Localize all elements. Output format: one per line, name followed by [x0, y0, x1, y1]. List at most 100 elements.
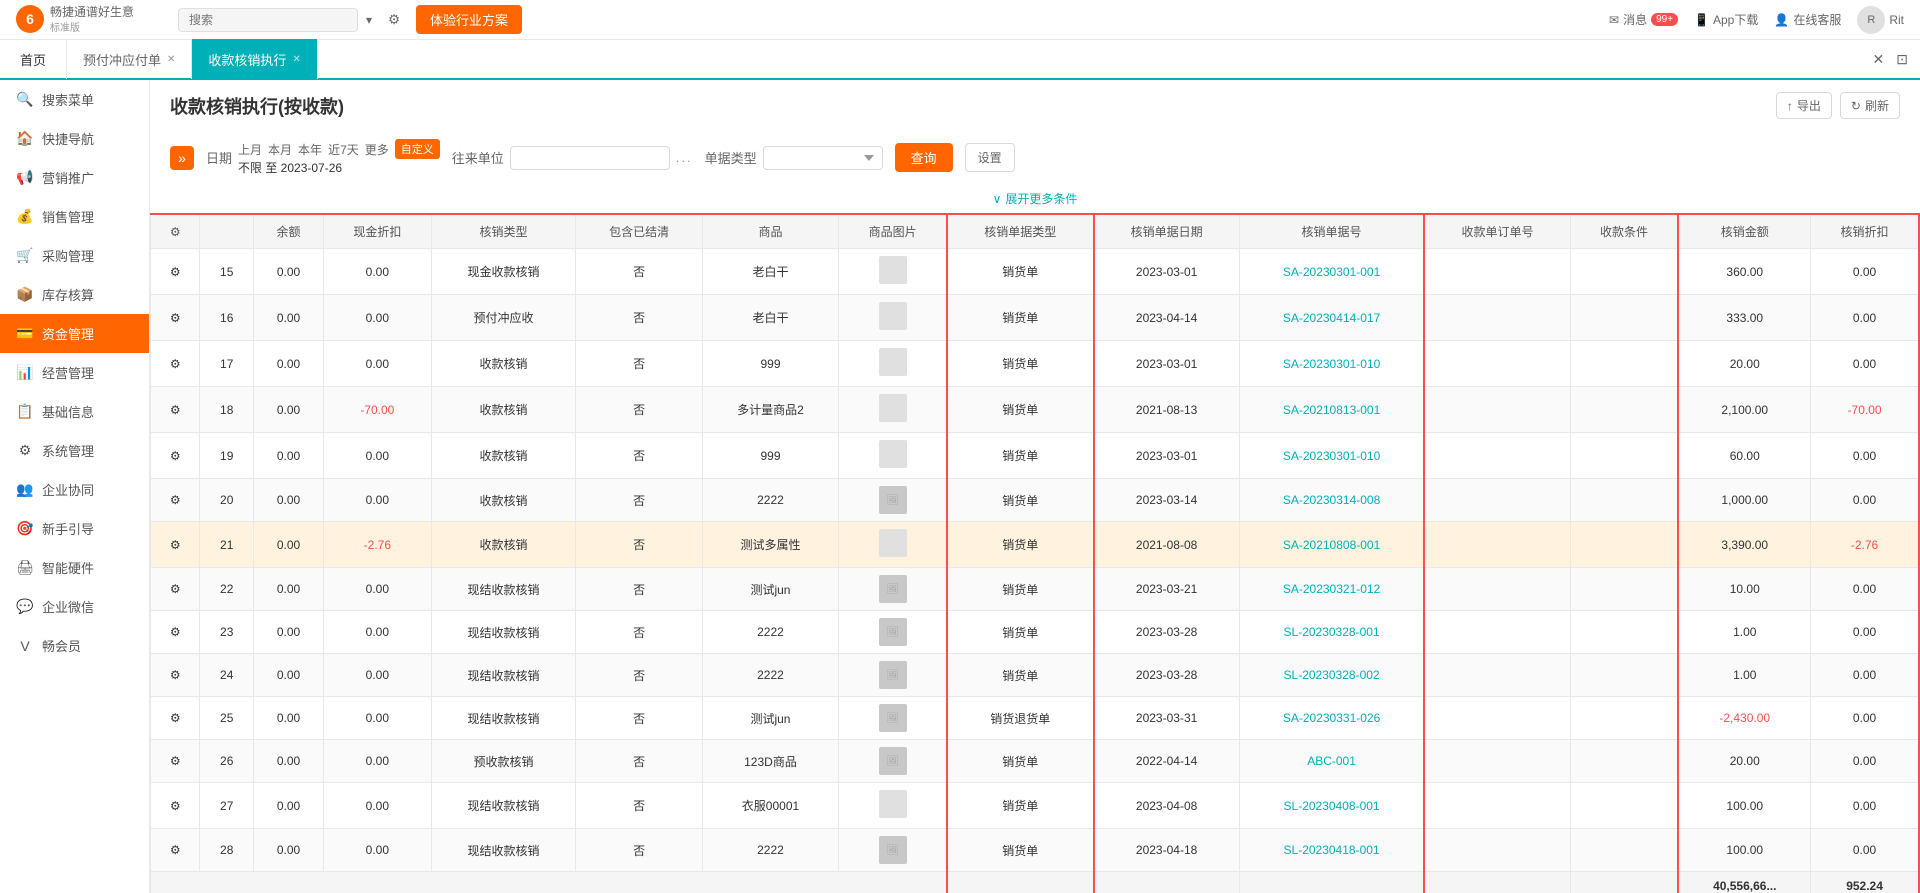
sidebar-item-hardware[interactable]: 🖨 智能硬件: [0, 548, 149, 587]
sidebar-item-wechat[interactable]: 💬 企业微信: [0, 587, 149, 626]
cell-cancel-amount: 333.00: [1678, 295, 1810, 341]
col-balance: 余额: [253, 214, 323, 249]
cell-cancel-bill-no[interactable]: SL-20230328-001: [1239, 611, 1424, 654]
sidebar-item-guide[interactable]: 🎯 新手引导: [0, 509, 149, 548]
user-area[interactable]: R Rit: [1857, 6, 1904, 34]
tab-prepay-close[interactable]: ✕: [167, 54, 175, 65]
cell-cancel-type: 现结收款核销: [431, 783, 576, 829]
export-btn[interactable]: ↑ 导出: [1776, 92, 1832, 119]
table-row: ⚙ 19 0.00 0.00 收款核销 否 999 销货单 2023-03-01…: [151, 433, 1920, 479]
cell-settings[interactable]: ⚙: [151, 783, 200, 829]
bill-type-label: 单据类型: [705, 148, 757, 167]
expand-conditions-btn[interactable]: ∨ 展开更多条件: [993, 190, 1078, 207]
cell-cancel-bill-no[interactable]: SA-20230301-001: [1239, 249, 1424, 295]
cell-settings[interactable]: ⚙: [151, 387, 200, 433]
cell-settings[interactable]: ⚙: [151, 522, 200, 568]
cell-settings[interactable]: ⚙: [151, 697, 200, 740]
industry-btn[interactable]: 体验行业方案: [416, 5, 522, 34]
cell-cash-discount: 0.00: [324, 568, 432, 611]
sidebar-item-quicknav[interactable]: 🏠 快捷导航: [0, 119, 149, 158]
date-more[interactable]: 更多: [365, 141, 389, 158]
date-this-year[interactable]: 本年: [298, 141, 322, 158]
cell-settings[interactable]: ⚙: [151, 295, 200, 341]
tab-prepay[interactable]: 预付冲应付单 ✕: [67, 39, 192, 79]
message-label: 消息: [1623, 11, 1647, 28]
sidebar-item-collab[interactable]: 👥 企业协同: [0, 470, 149, 509]
sidebar-item-marketing[interactable]: 📢 营销推广: [0, 158, 149, 197]
system-icon: ⚙: [16, 442, 34, 460]
col-cancel-discount: 核销折扣: [1811, 214, 1919, 249]
cell-seq: 16: [200, 295, 254, 341]
filter-toggle-btn[interactable]: »: [170, 146, 194, 170]
sidebar-item-system[interactable]: ⚙ 系统管理: [0, 431, 149, 470]
cell-balance: 0.00: [253, 611, 323, 654]
cell-settings[interactable]: ⚙: [151, 249, 200, 295]
sidebar-item-sales[interactable]: 💰 销售管理: [0, 197, 149, 236]
cell-settings[interactable]: ⚙: [151, 829, 200, 872]
settings-gear-btn[interactable]: ⚙: [380, 6, 408, 34]
tab-restore-btn[interactable]: ⊡: [1892, 47, 1912, 72]
sidebar-item-basic[interactable]: 📋 基础信息: [0, 392, 149, 431]
cell-cancel-bill-type: 销货单: [947, 295, 1093, 341]
refresh-btn[interactable]: ↻ 刷新: [1840, 92, 1900, 119]
tab-cancel-exec-close[interactable]: ✕: [292, 54, 300, 65]
cell-settings[interactable]: ⚙: [151, 611, 200, 654]
dropdown-btn[interactable]: ▾: [366, 13, 372, 27]
cell-cancel-bill-no[interactable]: SA-20210813-001: [1239, 387, 1424, 433]
marketing-icon: 📢: [16, 169, 34, 187]
cell-cancel-bill-no[interactable]: SL-20230328-002: [1239, 654, 1424, 697]
cell-cancel-bill-no[interactable]: ABC-001: [1239, 740, 1424, 783]
cell-cancel-bill-no[interactable]: SA-20210808-001: [1239, 522, 1424, 568]
cell-product-img: 🖼: [839, 697, 947, 740]
bill-type-select[interactable]: 销货单 销货退货单: [763, 146, 883, 170]
online-service-btn[interactable]: 👤 在线客服: [1774, 11, 1841, 28]
cell-cancel-bill-no[interactable]: SL-20230408-001: [1239, 783, 1424, 829]
cell-cancel-discount: 0.00: [1811, 479, 1919, 522]
date-custom-btn[interactable]: 自定义: [395, 139, 440, 159]
cell-receipt-order-no: [1424, 740, 1570, 783]
message-btn[interactable]: ✉ 消息 99+: [1609, 11, 1678, 28]
cell-cash-discount: -2.76: [324, 522, 432, 568]
cell-settings[interactable]: ⚙: [151, 654, 200, 697]
sidebar-item-finance[interactable]: 💳 资金管理: [0, 314, 149, 353]
sidebar-item-operations[interactable]: 📊 经营管理: [0, 353, 149, 392]
cell-product: 多计量商品2: [702, 387, 839, 433]
date-this-month[interactable]: 本月: [268, 141, 292, 158]
tab-home[interactable]: 首页: [0, 39, 67, 79]
date-7days[interactable]: 近7天: [328, 141, 359, 158]
cell-settings[interactable]: ⚙: [151, 568, 200, 611]
cell-cancel-bill-no[interactable]: SA-20230414-017: [1239, 295, 1424, 341]
query-btn[interactable]: 查询: [895, 143, 953, 172]
app-download-btn[interactable]: 📱 App下载: [1694, 11, 1758, 28]
table-container[interactable]: ⚙ 余额 现金折扣 核销类型 包含已结清 商品 商品图片 核销单据类型 核销单据…: [150, 213, 1920, 893]
cell-cancel-type: 收款核销: [431, 479, 576, 522]
sidebar-item-search[interactable]: 🔍 搜索菜单: [0, 80, 149, 119]
cell-settings[interactable]: ⚙: [151, 341, 200, 387]
tab-close-all-btn[interactable]: ✕: [1869, 47, 1889, 72]
cell-cancel-bill-no[interactable]: SA-20230331-026: [1239, 697, 1424, 740]
settings-btn[interactable]: 设置: [965, 143, 1015, 172]
date-last-month[interactable]: 上月: [238, 141, 262, 158]
cell-settings[interactable]: ⚙: [151, 479, 200, 522]
table-row: ⚙ 21 0.00 -2.76 收款核销 否 测试多属性 销货单 2021-08…: [151, 522, 1920, 568]
online-service-label: 在线客服: [1793, 11, 1841, 28]
cell-cancel-bill-type: 销货单: [947, 433, 1093, 479]
cell-cancel-bill-no[interactable]: SA-20230321-012: [1239, 568, 1424, 611]
cell-balance: 0.00: [253, 568, 323, 611]
tab-cancel-exec[interactable]: 收款核销执行 ✕: [192, 39, 317, 79]
search-input-top[interactable]: [178, 8, 358, 32]
cell-receipt-condition: [1570, 568, 1678, 611]
logo-name: 畅捷通谱好生意: [50, 5, 134, 19]
partner-input[interactable]: [510, 146, 670, 170]
col-settings[interactable]: ⚙: [151, 214, 200, 249]
cell-settings[interactable]: ⚙: [151, 433, 200, 479]
cell-cancel-bill-no[interactable]: SA-20230301-010: [1239, 341, 1424, 387]
cell-cancel-bill-no[interactable]: SL-20230418-001: [1239, 829, 1424, 872]
sidebar-item-purchase[interactable]: 🛒 采购管理: [0, 236, 149, 275]
cell-cancel-bill-no[interactable]: SA-20230314-008: [1239, 479, 1424, 522]
sidebar-item-inventory[interactable]: 📦 库存核算: [0, 275, 149, 314]
cell-cancel-bill-no[interactable]: SA-20230301-010: [1239, 433, 1424, 479]
cell-settings[interactable]: ⚙: [151, 740, 200, 783]
cell-cancel-discount: 0.00: [1811, 433, 1919, 479]
sidebar-item-member[interactable]: V 畅会员: [0, 626, 149, 665]
